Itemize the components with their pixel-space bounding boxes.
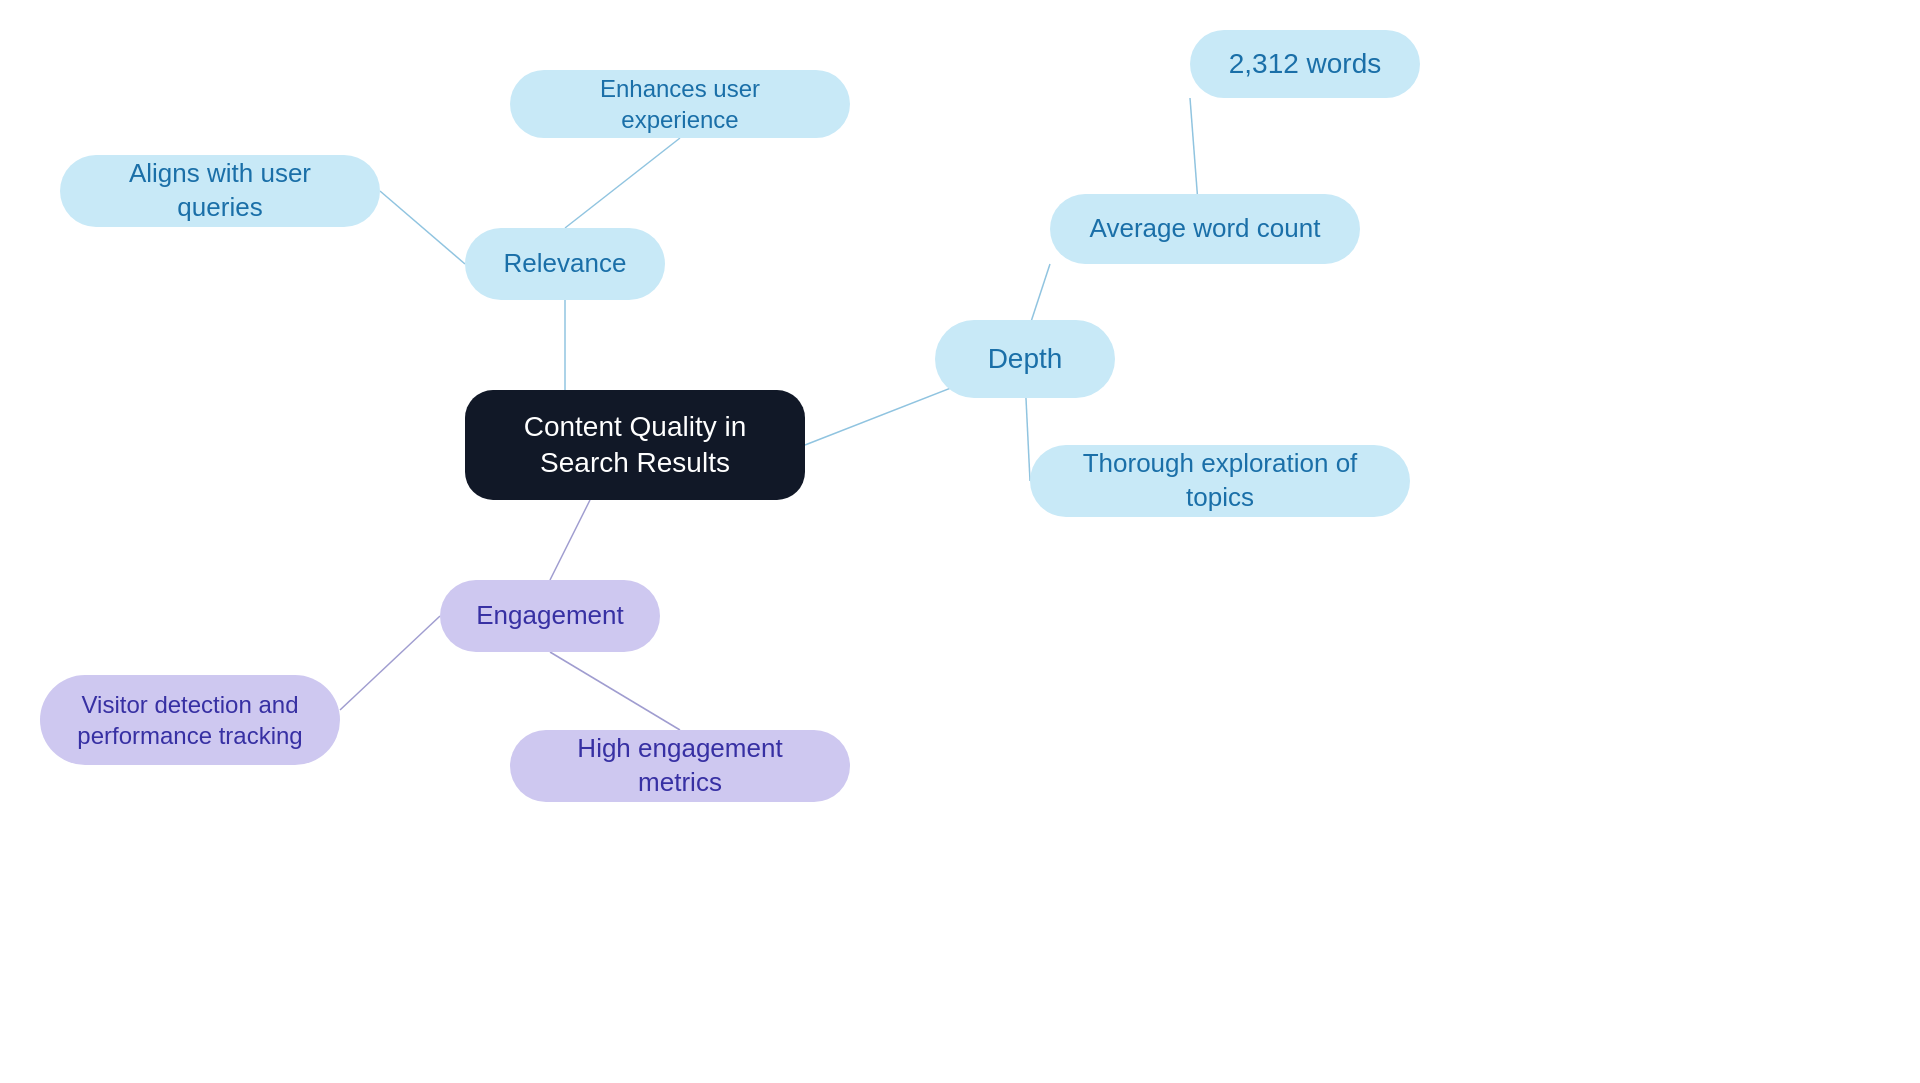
words-node: 2,312 words xyxy=(1190,30,1420,98)
enhances-label: Enhances user experience xyxy=(542,73,818,135)
visitor-node: Visitor detection and performance tracki… xyxy=(40,675,340,765)
enhances-node: Enhances user experience xyxy=(510,70,850,138)
highengagement-label: High engagement metrics xyxy=(542,732,818,800)
engagement-node: Engagement xyxy=(440,580,660,652)
center-label: Content Quality in Search Results xyxy=(497,409,773,482)
svg-line-1 xyxy=(565,138,680,228)
visitor-label: Visitor detection and performance tracki… xyxy=(72,689,308,751)
aligns-node: Aligns with user queries xyxy=(60,155,380,227)
aligns-label: Aligns with user queries xyxy=(92,157,348,225)
thorough-label: Thorough exploration of topics xyxy=(1062,447,1378,515)
words-label: 2,312 words xyxy=(1229,46,1382,82)
relevance-label: Relevance xyxy=(504,247,627,281)
svg-line-8 xyxy=(340,616,440,710)
center-node: Content Quality in Search Results xyxy=(465,390,805,500)
svg-line-2 xyxy=(380,191,465,264)
svg-line-7 xyxy=(550,500,590,580)
highengagement-node: High engagement metrics xyxy=(510,730,850,802)
depth-node: Depth xyxy=(935,320,1115,398)
svg-line-9 xyxy=(550,652,680,730)
wordcount-node: Average word count xyxy=(1050,194,1360,264)
thorough-node: Thorough exploration of topics xyxy=(1030,445,1410,517)
engagement-label: Engagement xyxy=(476,599,623,633)
depth-label: Depth xyxy=(988,341,1063,377)
relevance-node: Relevance xyxy=(465,228,665,300)
wordcount-label: Average word count xyxy=(1090,212,1321,246)
